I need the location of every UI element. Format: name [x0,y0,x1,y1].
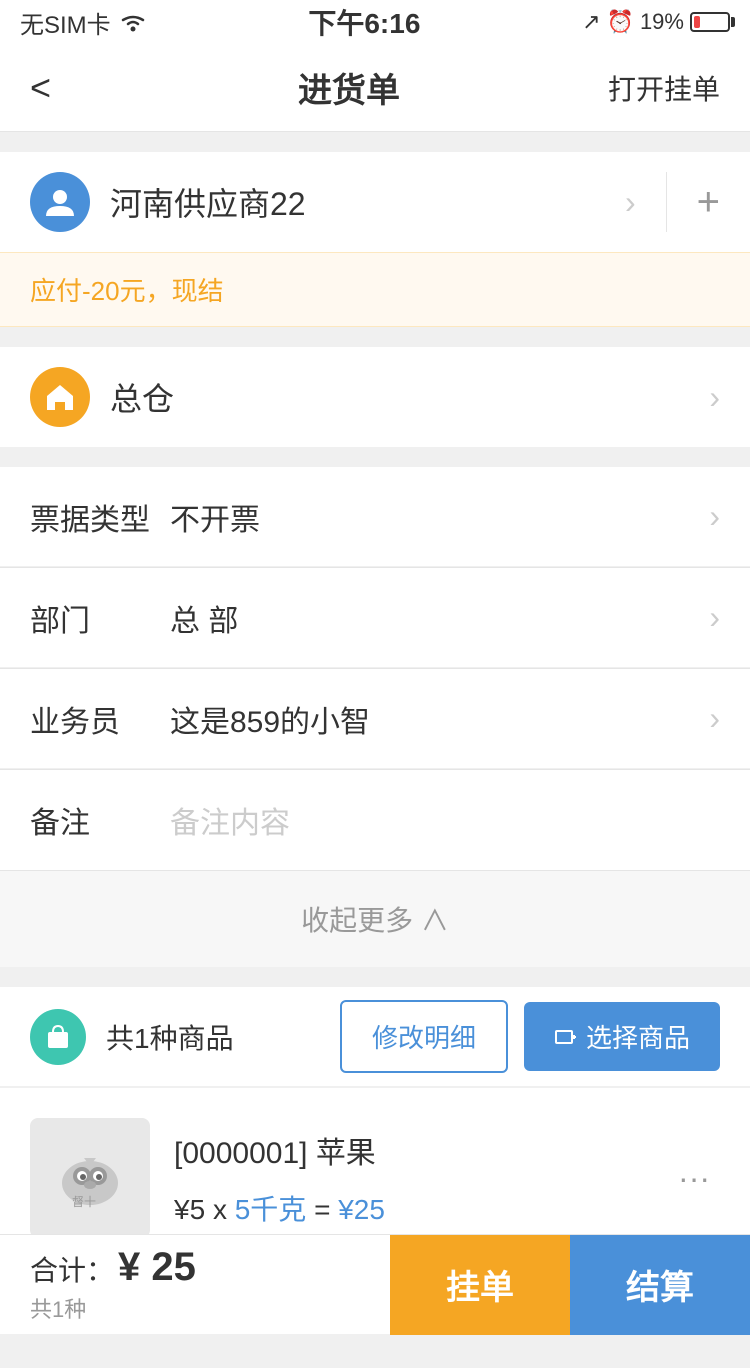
supplier-name: 河南供应商22 [110,179,625,225]
page-title: 进货单 [298,63,400,112]
section-gap-1 [0,132,750,152]
hang-order-button[interactable]: 挂单 [390,1235,570,1335]
house-icon [43,380,77,414]
remark-placeholder: 备注内容 [150,798,720,842]
section-gap-4 [0,967,750,987]
department-label: 部门 [30,596,150,640]
department-chevron-icon: › [709,599,720,636]
open-pending-button[interactable]: 打开挂单 [608,68,720,108]
section-gap-3 [0,447,750,467]
section-gap-2 [0,327,750,347]
status-right: ↗ ⏰ 19% [582,9,730,35]
department-row[interactable]: 部门 总 部 › [0,568,750,668]
add-supplier-button[interactable]: + [697,180,720,225]
status-bar: 无SIM卡 下午6:16 ↗ ⏰ 19% [0,0,750,44]
product-more-button[interactable]: ··· [668,1150,720,1207]
department-value: 总 部 [150,596,709,640]
owl-logo: 督十 [50,1138,130,1218]
alarm-icon: ⏰ [607,9,634,35]
product-price: ¥5 x 5千克 = ¥25 [174,1188,668,1228]
user-icon [42,184,78,220]
invoice-type-value: 不开票 [150,495,709,539]
warning-banner: 应付-20元，现结 [0,252,750,327]
salesman-row[interactable]: 业务员 这是859的小智 › [0,669,750,769]
remark-label: 备注 [30,798,150,842]
supplier-avatar [30,172,90,232]
shopping-bag-icon [43,1022,73,1052]
edit-detail-button[interactable]: 修改明细 [340,1000,508,1073]
chevron-right-icon: › [625,184,636,221]
product-name: [0000001] 苹果 [174,1128,668,1172]
form-section: 票据类型 不开票 › 部门 总 部 › 业务员 这是859的小智 › 备注 备注… [0,467,750,870]
salesman-chevron-icon: › [709,700,720,737]
supplier-divider [666,172,667,232]
price-equals: = [314,1194,338,1225]
select-product-label: 选择商品 [586,1018,690,1055]
invoice-type-label: 票据类型 [30,495,150,539]
supplier-section[interactable]: 河南供应商22 › + [0,152,750,252]
wifi-icon [119,12,147,32]
svg-text:督十: 督十 [72,1194,96,1209]
product-info: [0000001] 苹果 ¥5 x 5千克 = ¥25 [174,1128,668,1228]
salesman-label: 业务员 [30,697,150,741]
total-count: 共1种 [30,1292,360,1324]
price-quantity: 5千克 [235,1194,307,1225]
status-time: 下午6:16 [308,2,420,42]
back-button[interactable]: < [30,67,90,109]
warehouse-chevron-icon: › [709,379,720,416]
total-label: 合计： [30,1249,114,1289]
carrier-label: 无SIM卡 [20,5,111,40]
salesman-value: 这是859的小智 [150,697,709,741]
warehouse-name: 总仓 [110,374,709,420]
total-section: 合计： ¥ 25 共1种 [0,1245,390,1324]
product-count-icon [30,1009,86,1065]
product-section: 共1种商品 修改明细 选择商品 [0,987,750,1268]
nav-bar: < 进货单 打开挂单 [0,44,750,132]
product-id: [0000001] [174,1137,307,1170]
remark-row[interactable]: 备注 备注内容 [0,770,750,870]
invoice-type-row[interactable]: 票据类型 不开票 › [0,467,750,567]
settle-button[interactable]: 结算 [570,1235,750,1335]
location-icon: ↗ [582,9,600,35]
warehouse-section[interactable]: 总仓 › [0,347,750,447]
bottom-bar: 合计： ¥ 25 共1种 挂单 结算 [0,1234,750,1334]
battery-icon [690,12,730,32]
invoice-type-chevron-icon: › [709,498,720,535]
price-value: ¥5 [174,1194,205,1225]
collapse-button[interactable]: 收起更多 ∧ [0,870,750,967]
battery-percent: 19% [640,9,684,35]
select-product-button[interactable]: 选择商品 [524,1002,720,1071]
warehouse-icon [30,367,90,427]
total-amount: ¥ 25 [118,1245,196,1290]
product-header: 共1种商品 修改明细 选择商品 [0,987,750,1087]
main-content: 河南供应商22 › + 应付-20元，现结 总仓 › 票据类型 不开票 › 部门… [0,132,750,1368]
price-total: ¥25 [338,1194,385,1225]
status-left: 无SIM卡 [20,5,147,40]
price-times: x [213,1194,235,1225]
product-thumbnail: 督十 [30,1118,150,1238]
cart-icon [554,1025,578,1049]
product-apple: 苹果 [316,1137,376,1170]
product-count-text: 共1种商品 [106,1017,340,1057]
